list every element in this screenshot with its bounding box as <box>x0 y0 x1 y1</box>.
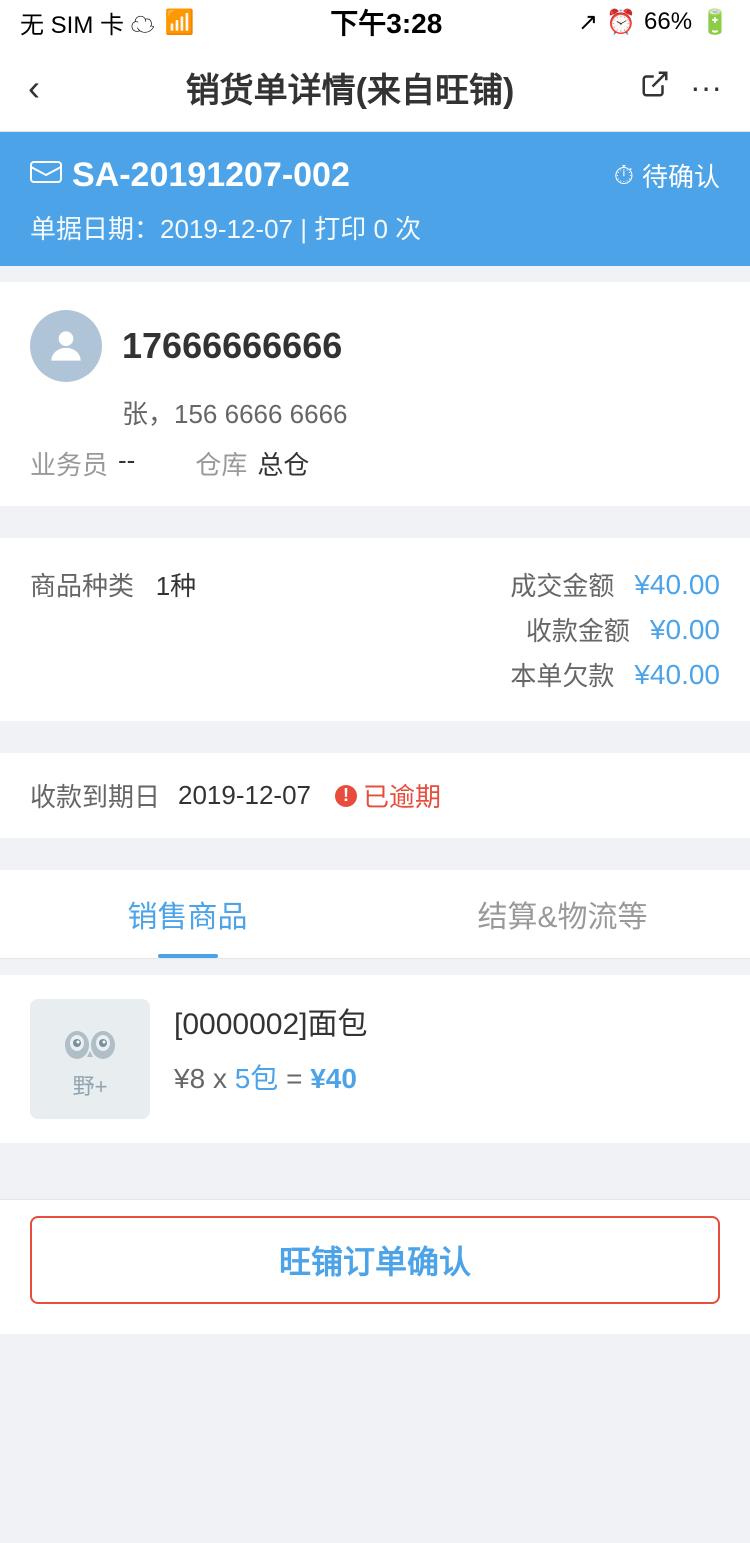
divider-3 <box>0 737 750 753</box>
equals-sign: = <box>286 1063 310 1094</box>
price-unit: ¥8 <box>174 1063 205 1094</box>
due-date-value: 2019-12-07 <box>178 780 311 811</box>
product-info: [0000002]面包 ¥8 x 5包 = ¥40 <box>174 999 720 1097</box>
overdue-icon: ! <box>335 785 357 807</box>
received-label: 收款金额 <box>526 611 630 648</box>
transaction-value: ¥40.00 <box>634 569 720 601</box>
page-title: 销货单详情(来自旺铺) <box>60 63 640 112</box>
customer-phone: 17666666666 <box>122 325 342 367</box>
debt-value: ¥40.00 <box>634 659 720 691</box>
salesperson-item: 业务员 -- <box>30 445 135 482</box>
debt-item: 本单欠款 ¥40.00 <box>510 656 720 693</box>
warehouse-value: 总仓 <box>257 445 309 482</box>
product-type-label: 商品种类 <box>30 571 134 601</box>
order-header: SA-20191207-002 ⏱ 待确认 单据日期：2019-12-07 | … <box>0 132 750 266</box>
transaction-item: 成交金额 ¥40.00 <box>510 566 720 603</box>
order-status: ⏱ 待确认 <box>614 157 720 194</box>
product-type-value: 1种 <box>156 571 196 601</box>
order-icon <box>30 156 62 195</box>
summary-card: 商品种类 1种 成交金额 ¥40.00 收款金额 ¥0.00 本单欠款 ¥40.… <box>0 538 750 721</box>
product-price: ¥8 x 5包 = ¥40 <box>174 1057 720 1097</box>
avatar <box>30 310 102 382</box>
more-button[interactable]: ··· <box>690 69 722 106</box>
nav-actions: ··· <box>640 69 722 107</box>
divider-1 <box>0 266 750 282</box>
tabs: 销售商品 结算&物流等 <box>0 870 750 958</box>
status-text: 待确认 <box>642 157 720 194</box>
status-left: 无 SIM 卡 ☁ 📶 <box>20 5 195 40</box>
status-bar: 无 SIM 卡 ☁ 📶 下午3:28 ↗ ⏰ 66% 🔋 <box>0 0 750 44</box>
product-total: ¥40 <box>310 1063 357 1094</box>
bottom-bar: 旺铺订单确认 <box>0 1199 750 1334</box>
status-clock-icon: ⏱ <box>614 160 634 192</box>
product-logo-text: 野+ <box>55 1017 125 1101</box>
customer-meta: 业务员 -- 仓库 总仓 <box>30 445 720 482</box>
overdue-text: 已逾期 <box>363 777 441 814</box>
order-id-text: SA-20191207-002 <box>72 156 350 195</box>
due-label: 收款到期日 <box>30 777 160 814</box>
alarm-icon: ⏰ <box>606 8 636 37</box>
transaction-label: 成交金额 <box>510 566 614 603</box>
received-value: ¥0.00 <box>650 614 720 646</box>
customer-name-phone: 张，156 6666 6666 <box>30 394 720 431</box>
product-name: [0000002]面包 <box>174 999 720 1043</box>
order-id-container: SA-20191207-002 <box>30 156 350 195</box>
tab-products[interactable]: 销售商品 <box>0 870 375 958</box>
customer-card: 17666666666 张，156 6666 6666 业务员 -- 仓库 总仓 <box>0 282 750 506</box>
status-time: 下午3:28 <box>330 2 442 42</box>
warehouse-item: 仓库 总仓 <box>195 445 309 482</box>
product-qty: 5包 <box>235 1063 279 1094</box>
back-button[interactable]: ‹ <box>28 67 60 109</box>
nav-bar: ‹ 销货单详情(来自旺铺) ··· <box>0 44 750 132</box>
salesperson-value: -- <box>118 445 135 482</box>
battery-icon: 🔋 <box>700 8 730 37</box>
amount-summary: 成交金额 ¥40.00 收款金额 ¥0.00 本单欠款 ¥40.00 <box>510 566 720 693</box>
debt-label: 本单欠款 <box>510 656 614 693</box>
overdue-badge: ! 已逾期 <box>335 777 441 814</box>
product-card: 野+ [0000002]面包 ¥8 x 5包 = ¥40 <box>0 975 750 1143</box>
wifi-icon: 📶 <box>165 8 195 37</box>
product-type-info: 商品种类 1种 <box>30 566 196 603</box>
battery-text: 66% <box>644 8 692 36</box>
no-sim-text: 无 SIM 卡 ☁ <box>20 5 155 40</box>
due-date-card: 收款到期日 2019-12-07 ! 已逾期 <box>0 753 750 838</box>
warehouse-label: 仓库 <box>195 445 247 482</box>
product-image: 野+ <box>30 999 150 1119</box>
multiply-sign: x <box>213 1063 235 1094</box>
confirm-order-button[interactable]: 旺铺订单确认 <box>30 1216 720 1304</box>
received-item: 收款金额 ¥0.00 <box>526 611 720 648</box>
navigation-icon: ↗ <box>578 8 598 37</box>
salesperson-label: 业务员 <box>30 445 108 482</box>
divider-2 <box>0 522 750 538</box>
divider-4 <box>0 854 750 870</box>
tabs-container: 销售商品 结算&物流等 <box>0 870 750 959</box>
status-right: ↗ ⏰ 66% 🔋 <box>578 8 730 37</box>
share-button[interactable] <box>640 69 670 107</box>
order-date: 单据日期：2019-12-07 | 打印 0 次 <box>30 209 720 246</box>
tab-settlement[interactable]: 结算&物流等 <box>375 870 750 958</box>
logo-plus-text: 野+ <box>73 1069 108 1101</box>
